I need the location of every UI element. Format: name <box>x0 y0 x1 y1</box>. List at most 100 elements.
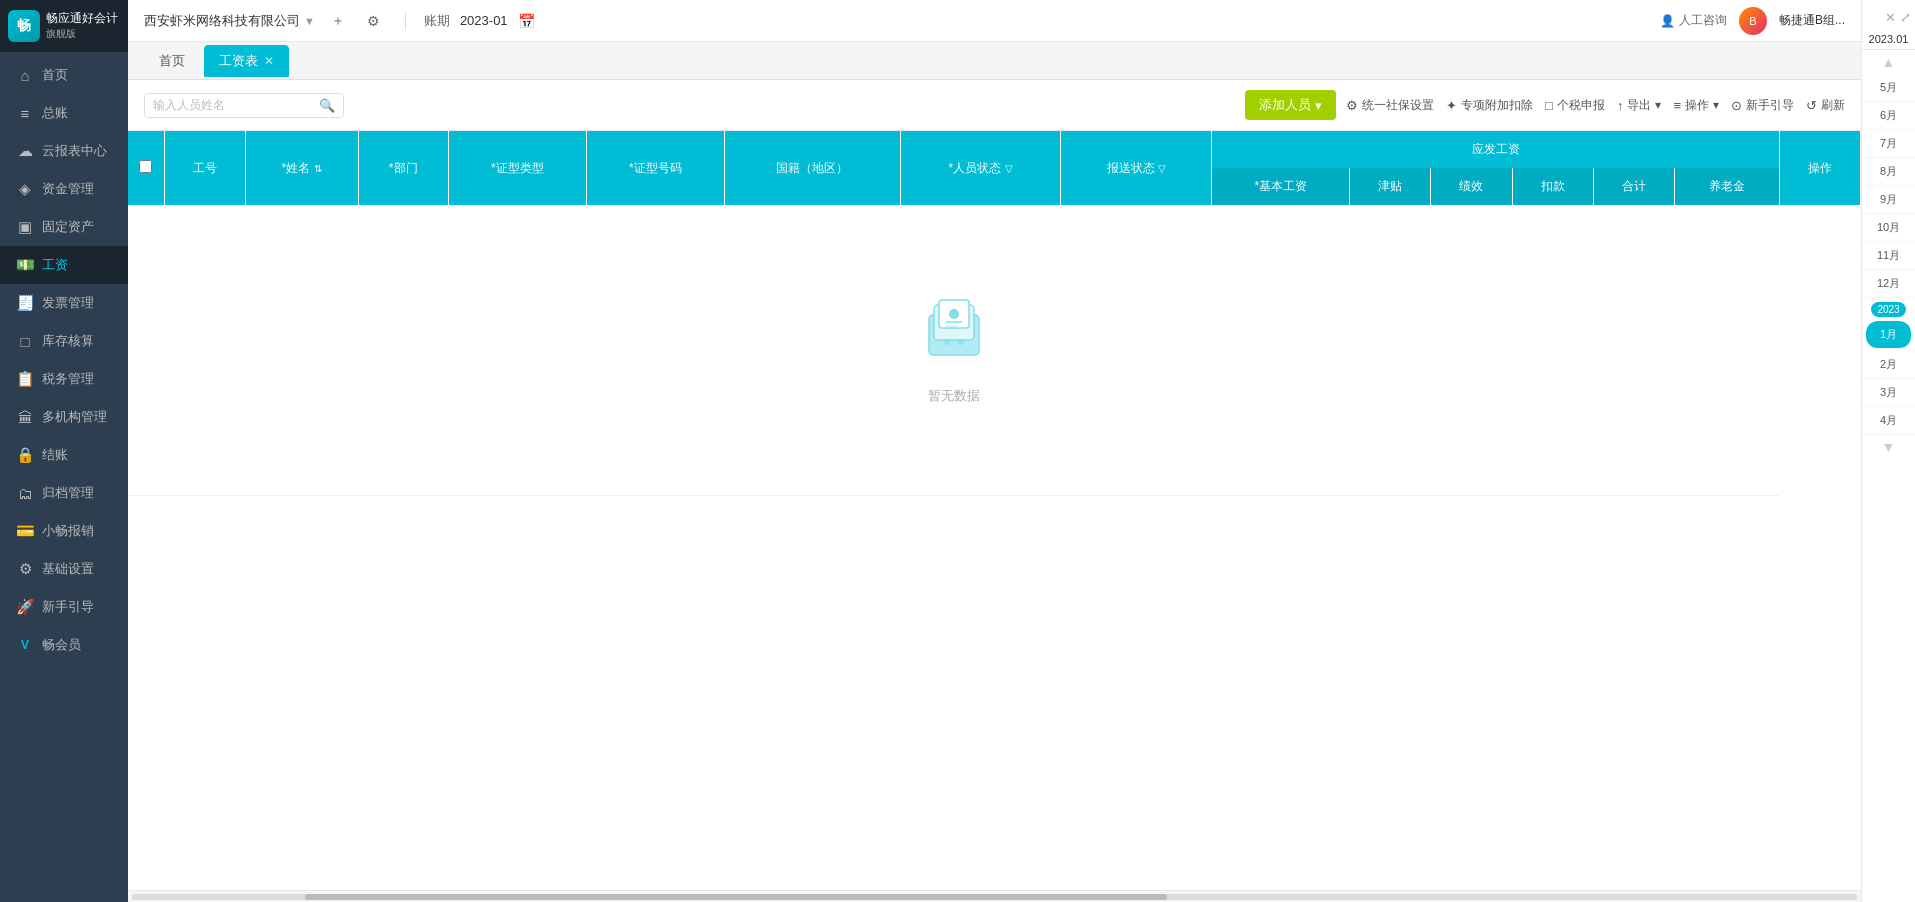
filter-icon-report[interactable]: ▽ <box>1158 163 1166 174</box>
sidebar-item-member-label: 畅会员 <box>42 636 81 654</box>
month-item-2022-12[interactable]: 12月 <box>1862 270 1915 298</box>
sidebar-item-multi-org-label: 多机构管理 <box>42 408 107 426</box>
logo-sub: 旗舰版 <box>46 27 118 41</box>
add-company-button[interactable]: ＋ <box>325 8 351 34</box>
guide-icon: 🚀 <box>16 598 34 616</box>
panel-maximize-button[interactable]: ⤢ <box>1900 10 1911 25</box>
export-btn[interactable]: ↑ 导出 ▾ <box>1617 97 1662 114</box>
sidebar-item-archive-label: 归档管理 <box>42 484 94 502</box>
col-allowance: 津贴 <box>1350 168 1431 205</box>
expense-icon: 💳 <box>16 522 34 540</box>
col-id-no: *证型号码 <box>586 131 724 205</box>
sidebar-item-tax[interactable]: 📋 税务管理 <box>0 360 128 398</box>
month-item-2022-11[interactable]: 11月 <box>1862 242 1915 270</box>
empty-icon <box>914 295 994 375</box>
toolbar: 🔍 添加人员 ▾ ⚙ 统一社保设置 ✦ 专项附加扣除 □ 个税申报 <box>128 80 1861 131</box>
sidebar-item-guide[interactable]: 🚀 新手引导 <box>0 588 128 626</box>
month-item-2022-10[interactable]: 10月 <box>1862 214 1915 242</box>
month-item-2022-05[interactable]: 5月 <box>1862 74 1915 102</box>
month-item-2023-02[interactable]: 2月 <box>1862 351 1915 379</box>
panel-down-button[interactable]: ▼ <box>1862 435 1915 459</box>
empty-row: 暂无数据 <box>128 205 1861 496</box>
ledger-icon: ≡ <box>16 105 34 122</box>
sidebar-item-invoice[interactable]: 🧾 发票管理 <box>0 284 128 322</box>
toolbar-actions: ⚙ 统一社保设置 ✦ 专项附加扣除 □ 个税申报 ↑ 导出 ▾ ≡ <box>1346 97 1845 114</box>
panel-up-button[interactable]: ▲ <box>1862 50 1915 74</box>
month-item-2023-01[interactable]: 1月 <box>1866 321 1911 349</box>
sidebar-item-multi-org[interactable]: 🏛 多机构管理 <box>0 398 128 436</box>
month-item-2022-09[interactable]: 9月 <box>1862 186 1915 214</box>
export-arrow: ▾ <box>1655 98 1661 112</box>
operations-btn[interactable]: ≡ 操作 ▾ <box>1673 97 1719 114</box>
sidebar-item-inventory-label: 库存核算 <box>42 332 94 350</box>
calendar-icon[interactable]: 📅 <box>518 13 535 29</box>
user-name: 畅捷通B组... <box>1779 12 1845 29</box>
sidebar-item-archive[interactable]: 🗂 归档管理 <box>0 474 128 512</box>
sidebar-item-close-period[interactable]: 🔒 结账 <box>0 436 128 474</box>
header-divider <box>405 12 406 30</box>
guide-icon2: ⊙ <box>1731 98 1742 113</box>
col-id-type: *证型类型 <box>448 131 586 205</box>
add-person-button[interactable]: 添加人员 ▾ <box>1245 90 1336 120</box>
sidebar-item-cloud-report[interactable]: ☁ 云报表中心 <box>0 132 128 170</box>
col-report-status: 报送状态 ▽ <box>1061 131 1212 205</box>
col-actions: 操作 <box>1779 131 1860 205</box>
search-input[interactable] <box>153 98 313 112</box>
sidebar-item-home[interactable]: ⌂ 首页 <box>0 56 128 94</box>
scroll-track <box>132 894 1857 900</box>
scroll-thumb <box>305 894 1168 900</box>
sidebar-item-settings[interactable]: ⚙ 基础设置 <box>0 550 128 588</box>
add-person-arrow: ▾ <box>1315 98 1322 113</box>
sidebar-item-fixed-assets[interactable]: ▣ 固定资产 <box>0 208 128 246</box>
select-all-checkbox[interactable] <box>139 160 152 173</box>
inventory-icon: □ <box>16 333 34 350</box>
guide-btn[interactable]: ⊙ 新手引导 <box>1731 97 1794 114</box>
special-deduction-icon: ✦ <box>1446 98 1457 113</box>
month-item-2023-03[interactable]: 3月 <box>1862 379 1915 407</box>
payroll-table: 工号 *姓名 ⇅ *部门 *证型类型 *证型号码 国籍（地区） *人员状态 ▽ <box>128 131 1861 496</box>
sidebar-item-inventory[interactable]: □ 库存核算 <box>0 322 128 360</box>
sidebar-item-home-label: 首页 <box>42 66 68 84</box>
social-settings-btn[interactable]: ⚙ 统一社保设置 <box>1346 97 1434 114</box>
sidebar-item-expense-label: 小畅报销 <box>42 522 94 540</box>
month-list: 5月 6月 7月 8月 9月 10月 11月 12月 2023 1月 2月 3月… <box>1862 74 1915 435</box>
special-deduction-btn[interactable]: ✦ 专项附加扣除 <box>1446 97 1533 114</box>
company-dropdown-arrow: ▼ <box>304 15 315 27</box>
tab-home[interactable]: 首页 <box>144 45 200 77</box>
sidebar-item-expense[interactable]: 💳 小畅报销 <box>0 512 128 550</box>
content-area: 🔍 添加人员 ▾ ⚙ 统一社保设置 ✦ 专项附加扣除 □ 个税申报 <box>128 80 1861 902</box>
logo-text: 畅应通好会计 <box>46 11 118 27</box>
top-header: 西安虾米网络科技有限公司 ▼ ＋ ⚙ 账期 2023-01 📅 👤 人工咨询 B… <box>128 0 1861 42</box>
tab-payroll[interactable]: 工资表 ✕ <box>204 45 289 77</box>
tab-payroll-close[interactable]: ✕ <box>264 54 274 68</box>
month-item-2022-07[interactable]: 7月 <box>1862 130 1915 158</box>
month-item-2022-08[interactable]: 8月 <box>1862 158 1915 186</box>
tax-filing-btn[interactable]: □ 个税申报 <box>1545 97 1605 114</box>
filter-icon-status[interactable]: ▽ <box>1005 163 1013 174</box>
horizontal-scrollbar[interactable] <box>128 890 1861 902</box>
header-left: 西安虾米网络科技有限公司 ▼ ＋ ⚙ 账期 2023-01 📅 <box>144 8 535 34</box>
refresh-btn[interactable]: ↺ 刷新 <box>1806 97 1845 114</box>
special-deduction-label: 专项附加扣除 <box>1461 97 1533 114</box>
member-icon: V <box>16 638 34 652</box>
sidebar-item-ledger[interactable]: ≡ 总账 <box>0 94 128 132</box>
company-selector[interactable]: 西安虾米网络科技有限公司 ▼ <box>144 12 315 30</box>
empty-text: 暂无数据 <box>928 387 980 405</box>
sidebar-item-fund[interactable]: ◈ 资金管理 <box>0 170 128 208</box>
month-item-2023-04[interactable]: 4月 <box>1862 407 1915 435</box>
svg-point-3 <box>949 309 959 319</box>
col-dept: *部门 <box>358 131 448 205</box>
operations-icon: ≡ <box>1673 98 1681 113</box>
sidebar-item-payroll[interactable]: 💵 工资 <box>0 246 128 284</box>
col-name-text: *姓名 <box>282 161 311 175</box>
panel-close-button[interactable]: ✕ <box>1885 10 1896 25</box>
payroll-icon: 💵 <box>16 256 34 274</box>
company-settings-button[interactable]: ⚙ <box>361 8 387 34</box>
year-badge-2023: 2023 <box>1871 302 1905 317</box>
service-button[interactable]: 👤 人工咨询 <box>1660 12 1727 29</box>
col-base-salary: *基本工资 <box>1212 168 1350 205</box>
archive-icon: 🗂 <box>16 485 34 502</box>
sort-icon-name[interactable]: ⇅ <box>314 163 322 174</box>
sidebar-item-member[interactable]: V 畅会员 <box>0 626 128 664</box>
month-item-2022-06[interactable]: 6月 <box>1862 102 1915 130</box>
